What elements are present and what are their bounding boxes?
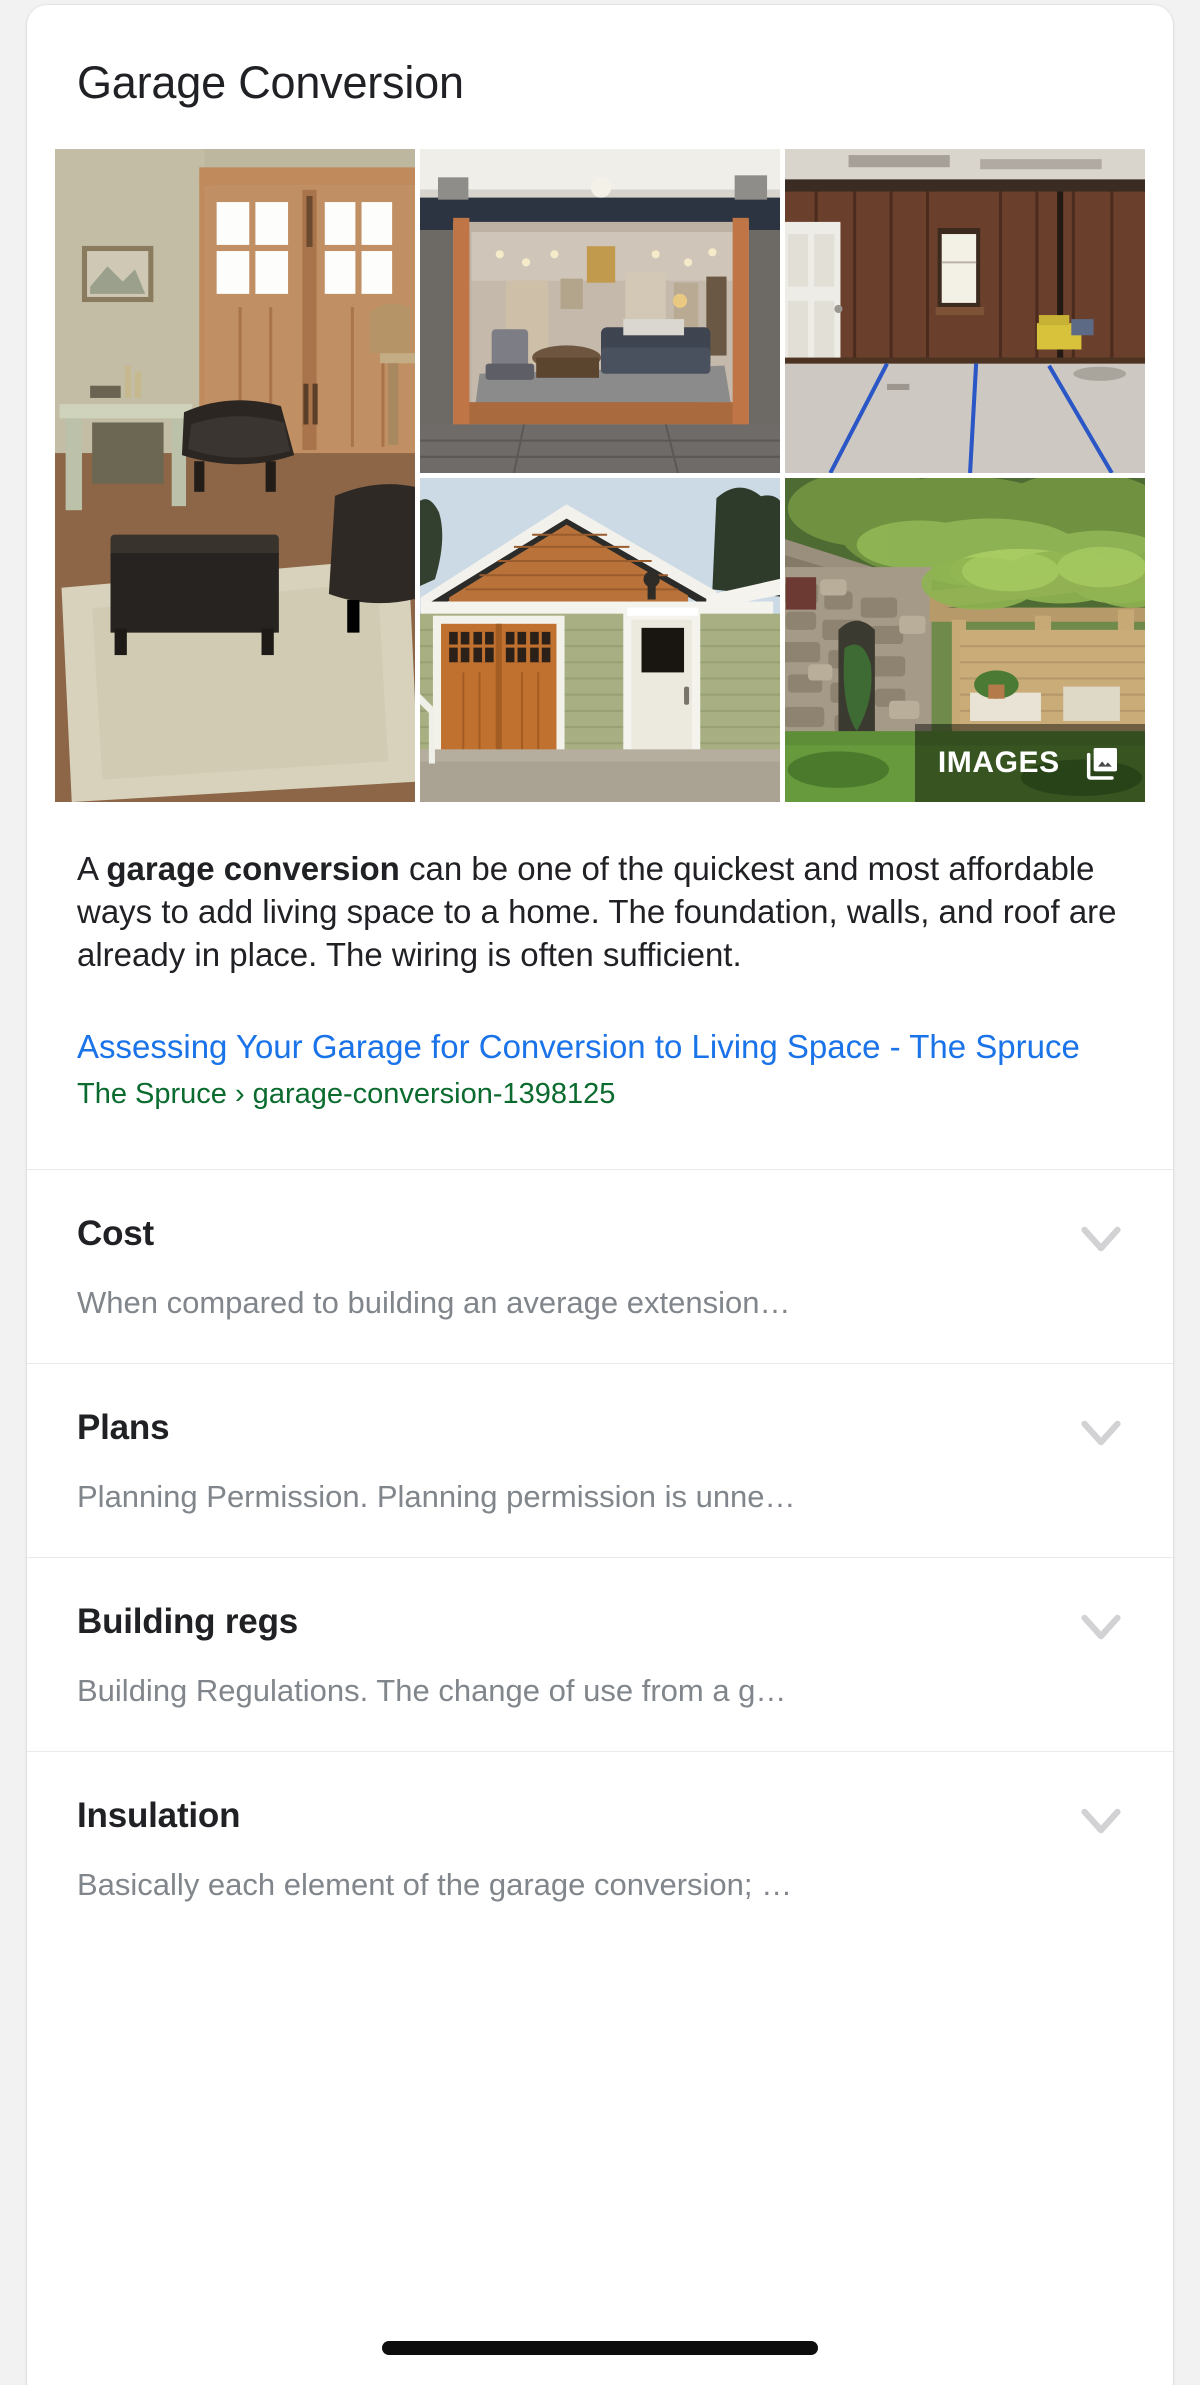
accordion-header: Building regs (77, 1602, 1123, 1642)
image-tile-stone-garage-with-pergola[interactable]: IMAGES (785, 477, 1145, 802)
image-tile-green-detached-garage-exterior[interactable] (420, 477, 780, 802)
description-block: A garage conversion can be one of the qu… (27, 802, 1173, 987)
accordion-preview: Planning Permission. Planning permission… (77, 1479, 796, 1515)
accordion-header: Plans (77, 1408, 1123, 1448)
accordion-header: Cost (77, 1214, 1123, 1254)
source-link-block[interactable]: Assessing Your Garage for Conversion to … (27, 986, 1173, 1113)
accordion-item-plans[interactable]: Plans Planning Permission. Planning perm… (27, 1364, 1173, 1558)
result-url-breadcrumb: The Spruce › garage-conversion-1398125 (77, 1077, 616, 1110)
description-bold-term: garage conversion (106, 849, 400, 887)
accordion-label: Plans (77, 1408, 170, 1448)
accordion-item-cost[interactable]: Cost When compared to building an averag… (27, 1170, 1173, 1365)
photo-library-icon (1082, 743, 1122, 783)
chevron-down-icon[interactable] (1079, 1418, 1123, 1448)
accordion-item-insulation[interactable]: Insulation Basically each element of the… (27, 1752, 1173, 1945)
images-badge-label: IMAGES (937, 745, 1060, 779)
chevron-down-icon[interactable] (1079, 1612, 1123, 1642)
home-indicator[interactable] (382, 2341, 818, 2355)
image-tile-bare-stud-garage-interior[interactable] (785, 148, 1145, 473)
result-title-link[interactable]: Assessing Your Garage for Conversion to … (77, 1026, 1121, 1068)
image-tile-open-garage-door-lounge[interactable] (420, 148, 780, 473)
images-badge[interactable]: IMAGES (914, 723, 1145, 802)
accordion-preview: Building Regulations. The change of use … (77, 1672, 787, 1708)
screen: Garage Conversion IMAGES A garage conver… (0, 0, 1200, 2385)
description-lead: A (77, 849, 107, 887)
accordion-preview: When compared to building an average ext… (77, 1285, 791, 1321)
chevron-down-icon[interactable] (1079, 1224, 1123, 1254)
accordion-label: Cost (77, 1214, 154, 1254)
accordion-item-building-regs[interactable]: Building regs Building Regulations. The … (27, 1558, 1173, 1752)
description-text: A garage conversion can be one of the qu… (77, 848, 1121, 977)
image-tile-garage-interior-living-room-with-carriage-doors[interactable] (55, 148, 415, 802)
accordion-preview: Basically each element of the garage con… (77, 1866, 793, 1902)
accordion-label: Insulation (77, 1795, 241, 1835)
page-title: Garage Conversion (77, 57, 464, 108)
knowledge-panel-card: Garage Conversion IMAGES A garage conver… (27, 5, 1173, 2385)
accordion-header: Insulation (77, 1796, 1123, 1836)
accordion-list: Cost When compared to building an averag… (27, 1169, 1173, 1944)
accordion-label: Building regs (77, 1601, 299, 1641)
chevron-down-icon[interactable] (1079, 1806, 1123, 1836)
image-grid[interactable]: IMAGES (27, 148, 1173, 802)
